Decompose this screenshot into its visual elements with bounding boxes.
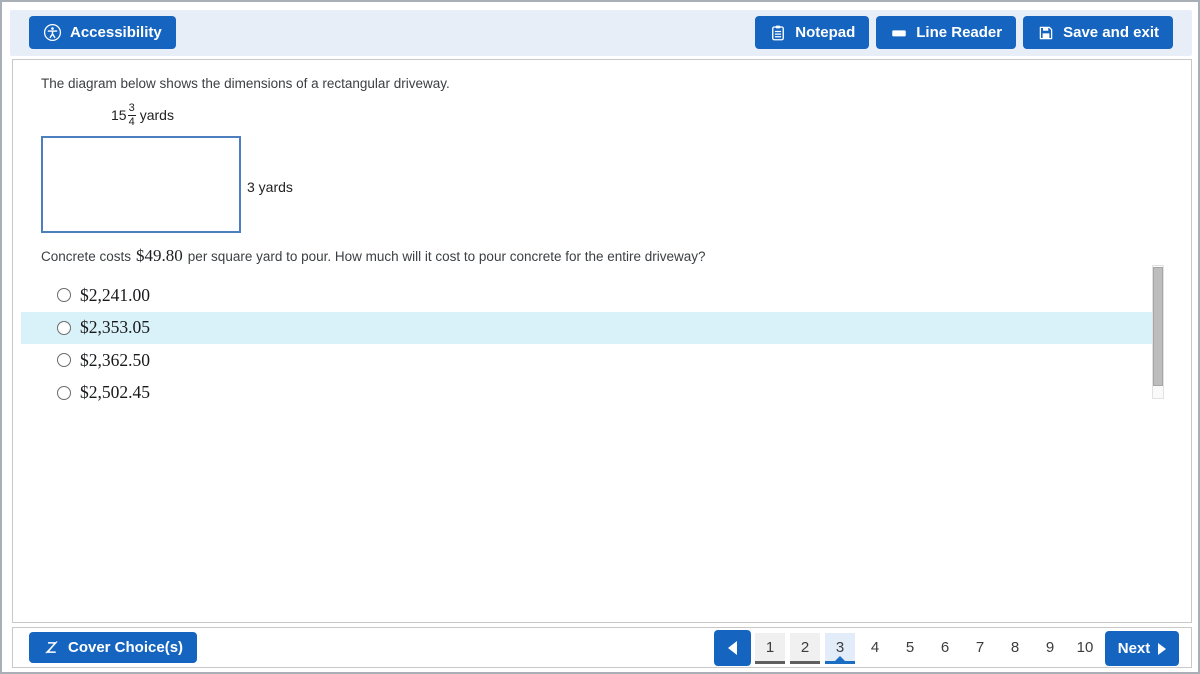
notepad-button[interactable]: Notepad xyxy=(755,16,870,49)
fraction-denominator: 4 xyxy=(127,114,136,128)
prompt-before-price: Concrete costs xyxy=(41,249,132,264)
notepad-button-label: Notepad xyxy=(795,24,856,41)
page-number-9[interactable]: 9 xyxy=(1035,633,1065,664)
option-label-3: $2,362.50 xyxy=(80,349,150,370)
save-and-exit-button[interactable]: Save and exit xyxy=(1023,16,1173,49)
width-fraction: 3 4 xyxy=(127,102,136,128)
save-icon xyxy=(1037,24,1055,42)
save-and-exit-button-label: Save and exit xyxy=(1063,24,1159,41)
accessibility-button[interactable]: Accessibility xyxy=(29,16,176,49)
page-navigator: 1 2 3 4 5 6 7 8 9 10 xyxy=(755,633,1100,664)
radio-option-2[interactable] xyxy=(57,320,71,335)
option-row-3[interactable]: $2,362.50 xyxy=(21,344,1153,377)
fraction-numerator: 3 xyxy=(128,102,135,114)
prompt-after-price: per square yard to pour. How much will i… xyxy=(187,249,706,264)
back-arrow-icon xyxy=(728,641,737,655)
option-row-1[interactable]: $2,241.00 xyxy=(21,279,1153,312)
page-number-4[interactable]: 4 xyxy=(860,633,890,664)
toolbar: Accessibility Notepad Line Reader Save a… xyxy=(10,10,1192,56)
page-number-6[interactable]: 6 xyxy=(930,633,960,664)
radio-option-4[interactable] xyxy=(57,385,71,400)
option-label-4: $2,502.45 xyxy=(80,382,150,403)
cover-choices-button-label: Cover Choice(s) xyxy=(68,639,184,656)
scrollbar-thumb[interactable] xyxy=(1153,267,1163,386)
navigation-bar: Cover Choice(s) 1 2 3 4 5 6 7 8 9 10 Nex… xyxy=(12,627,1192,668)
page-number-10[interactable]: 10 xyxy=(1070,633,1100,664)
page-number-7[interactable]: 7 xyxy=(965,633,995,664)
line-reader-button[interactable]: Line Reader xyxy=(876,16,1017,49)
option-label-2: $2,353.05 xyxy=(80,317,150,338)
next-button-label: Next xyxy=(1117,640,1151,657)
diagram-height-label: 3 yards xyxy=(247,179,293,195)
page-number-5[interactable]: 5 xyxy=(895,633,925,664)
accessibility-icon xyxy=(43,23,62,42)
width-whole-number: 15 xyxy=(111,107,127,124)
cover-choices-button[interactable]: Cover Choice(s) xyxy=(29,632,198,663)
line-reader-icon xyxy=(890,24,908,42)
assessment-window: Accessibility Notepad Line Reader Save a… xyxy=(0,0,1200,674)
radio-option-3[interactable] xyxy=(57,353,71,368)
previous-page-button[interactable] xyxy=(714,630,751,666)
page-number-2[interactable]: 2 xyxy=(790,633,820,664)
width-unit: yards xyxy=(139,107,174,124)
question-intro-text: The diagram below shows the dimensions o… xyxy=(41,76,450,91)
answer-options: $2,241.00 $2,353.05 $2,362.50 $2,502.45 xyxy=(21,279,1153,409)
diagram-width-label: 15 3 4 yards xyxy=(111,102,174,128)
question-prompt: Concrete costs $49.80 per square yard to… xyxy=(41,246,706,266)
page-number-3[interactable]: 3 xyxy=(825,633,855,664)
option-row-2[interactable]: $2,353.05 xyxy=(21,311,1153,344)
question-panel: The diagram below shows the dimensions o… xyxy=(12,59,1192,623)
scrollbar-track[interactable] xyxy=(1152,265,1164,399)
next-button[interactable]: Next xyxy=(1105,631,1179,666)
option-row-4[interactable]: $2,502.45 xyxy=(21,377,1153,410)
line-reader-button-label: Line Reader xyxy=(916,24,1003,41)
notepad-icon xyxy=(769,24,787,42)
next-arrow-icon xyxy=(1158,642,1167,655)
option-label-1: $2,241.00 xyxy=(80,284,150,305)
driveway-diagram xyxy=(41,136,241,233)
radio-option-1[interactable] xyxy=(57,288,71,303)
accessibility-button-label: Accessibility xyxy=(70,24,162,41)
prompt-price: $49.80 xyxy=(136,246,183,265)
page-number-8[interactable]: 8 xyxy=(1000,633,1030,664)
cover-choices-icon xyxy=(43,639,60,656)
page-number-1[interactable]: 1 xyxy=(755,633,785,664)
